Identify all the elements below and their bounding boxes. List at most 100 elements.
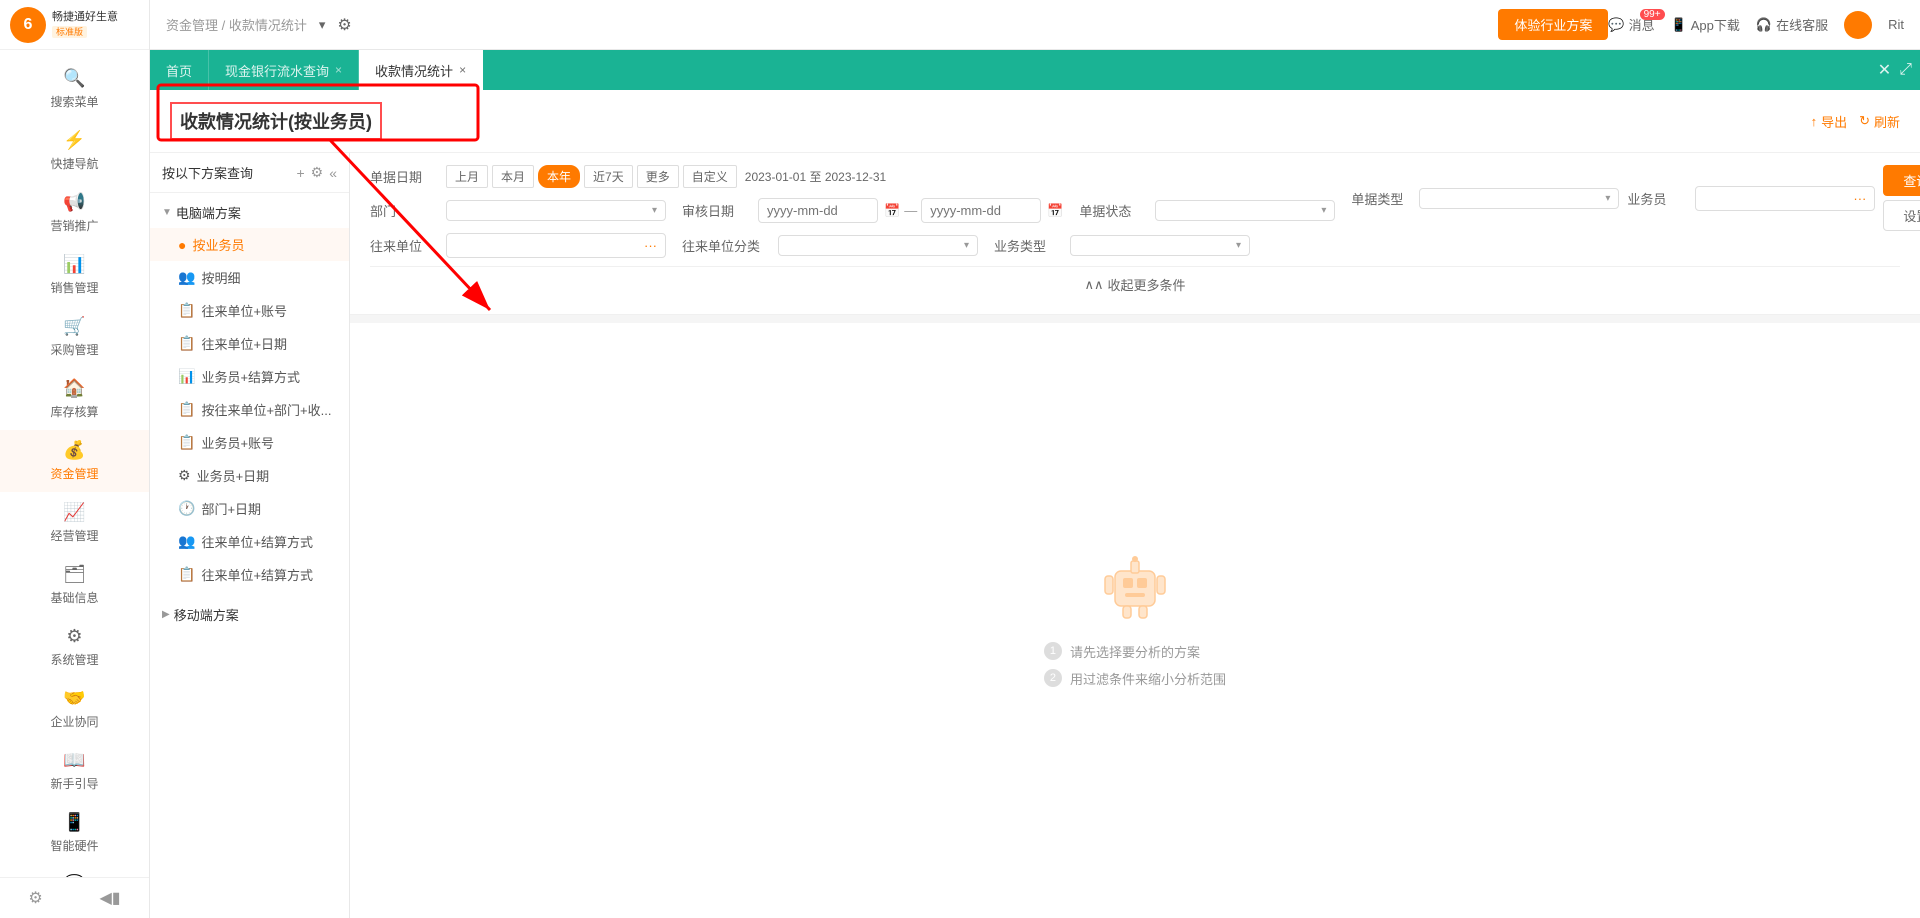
date-btn-last-7[interactable]: 近7天 [584,165,633,188]
counterpart-type-select[interactable]: ▾ [778,235,978,256]
step-label-2: 用过滤条件来缩小分析范围 [1070,669,1226,688]
tab-receipts[interactable]: 收款情况统计 × [359,50,483,90]
plan-item-unit-account[interactable]: 📋 往来单位+账号 [150,294,349,327]
sidebar-bottom-collapse[interactable]: ◀▮ [99,888,120,908]
plan-item-staff-account[interactable]: 📋 业务员+账号 [150,426,349,459]
doc-type-select-arrow: ▾ [1605,193,1610,204]
refresh-icon: ↻ [1859,113,1870,129]
plan-group-arrow-desktop: ▼ [162,207,172,218]
sidebar-bottom-settings[interactable]: ⚙ [28,888,42,908]
plan-item-staff-settle[interactable]: 📊 业务员+结算方式 [150,360,349,393]
plan-group-desktop: ▼ 电脑端方案 ● 按业务员 👥 按明细 📋 往来单位+账号 [150,193,349,595]
user-avatar[interactable] [1844,11,1872,39]
date-btn-more[interactable]: 更多 [637,165,679,188]
sidebar-item-system[interactable]: ⚙ 系统管理 [0,616,149,678]
main-area: 资金管理 / 收款情况统计 ▾ ⚙ 体验行业方案 💬 消息 99+ 📱 App下… [150,0,1920,918]
plan-group-mobile-header[interactable]: ▶ 移动端方案 [150,599,349,630]
plan-item-unit-settle1[interactable]: 👥 往来单位+结算方式 [150,525,349,558]
page-title: 收款情况统计(按业务员) [170,102,382,140]
doc-status-select[interactable]: ▾ [1155,200,1335,221]
empty-steps-list: 1 请先选择要分析的方案 2 用过滤条件来缩小分析范围 [1044,642,1226,696]
plan-item-unit-date[interactable]: 📋 往来单位+日期 [150,327,349,360]
business-type-select[interactable]: ▾ [1070,235,1250,256]
plan-item-by-detail[interactable]: 👥 按明细 [150,261,349,294]
filter-settings-btn[interactable]: 设置 [1883,200,1920,231]
plan-item-icon-unit-settle1: 👥 [178,533,195,550]
date-label: 单据日期 [370,167,430,186]
dept-select[interactable]: ▾ [446,200,666,221]
empty-step-1: 1 请先选择要分析的方案 [1044,642,1226,661]
tab-receipts-label: 收款情况统计 [375,61,453,80]
sidebar-item-stock[interactable]: 🏠 库存核算 [0,368,149,430]
add-plan-btn[interactable]: + [296,165,304,181]
topbar-settings-icon[interactable]: ⚙ [337,15,351,35]
window-close-btn[interactable]: ✕ [1878,60,1891,80]
app-download-btn[interactable]: 📱 App下载 [1671,15,1740,34]
date-btn-last-month[interactable]: 上月 [446,165,488,188]
staff-select[interactable]: ··· [1695,186,1875,211]
step-label-1: 请先选择要分析的方案 [1070,642,1200,661]
tab-home[interactable]: 首页 [150,50,209,90]
plan-group-name-mobile: 移动端方案 [174,605,239,624]
window-maximize-btn[interactable]: ⤢ [1899,61,1912,79]
plan-item-icon-by-staff: ● [178,237,186,253]
date-btn-custom[interactable]: 自定义 [683,165,737,188]
tab-bank-flow-close[interactable]: × [335,63,342,77]
plan-item-dept-date[interactable]: 🕐 部门+日期 [150,492,349,525]
logo-badge: 标准版 [52,25,118,39]
counterpart-more-btn[interactable]: ··· [644,238,657,253]
staff-label: 业务员 [1627,189,1687,208]
sidebar-item-quick-nav[interactable]: ⚡ 快捷导航 [0,120,149,182]
trial-btn[interactable]: 体验行业方案 [1498,9,1608,40]
message-btn[interactable]: 💬 消息 99+ [1608,15,1654,34]
plan-item-icon-staff-date: ⚙ [178,467,191,484]
doc-type-select[interactable]: ▾ [1419,188,1619,209]
sidebar-item-basic[interactable]: 🗂 基础信息 [0,554,149,616]
page-header: 收款情况统计(按业务员) ↑ 导出 ↻ 刷新 [150,90,1920,153]
tab-bank-flow[interactable]: 现金银行流水查询 × [209,50,359,90]
sidebar-item-guide[interactable]: 📖 新手引导 [0,740,149,802]
user-name: Rit [1888,17,1904,32]
topbar-dropdown-btn[interactable]: ▾ [319,17,326,33]
tab-receipts-close[interactable]: × [459,63,466,77]
sales-icon: 📊 [63,254,85,275]
headset-icon: 🎧 [1756,17,1772,33]
plan-item-unit-dept-receipts[interactable]: 📋 按往来单位+部门+收... [150,393,349,426]
plan-item-by-staff[interactable]: ● 按业务员 [150,228,349,261]
sidebar-item-purchase[interactable]: 🛒 采购管理 [0,306,149,368]
plan-item-label-unit-dept-receipts: 按往来单位+部门+收... [201,400,337,419]
sidebar-item-enterprise[interactable]: 🤝 企业协同 [0,678,149,740]
date-btn-this-year[interactable]: 本年 [538,165,580,188]
topbar: 资金管理 / 收款情况统计 ▾ ⚙ 体验行业方案 💬 消息 99+ 📱 App下… [150,0,1920,50]
refresh-btn[interactable]: ↻ 刷新 [1859,112,1900,131]
online-service-btn[interactable]: 🎧 在线客服 [1756,15,1828,34]
collapse-bar[interactable]: ∧∧ 收起更多条件 [370,266,1900,302]
sidebar-item-sales[interactable]: 📊 销售管理 [0,244,149,306]
plan-collapse-btn[interactable]: « [329,165,337,181]
plan-item-staff-date[interactable]: ⚙ 业务员+日期 [150,459,349,492]
export-btn[interactable]: ↑ 导出 [1811,112,1848,131]
business-type-label: 业务类型 [994,236,1054,255]
sidebar-item-search-menu[interactable]: 🔍 搜索菜单 [0,58,149,120]
plan-group-desktop-header[interactable]: ▼ 电脑端方案 [150,197,349,228]
sidebar-item-hardware[interactable]: 📱 智能硬件 [0,802,149,864]
left-panel-actions: + ⚙ « [296,164,337,181]
sidebar-item-label: 库存核算 [50,403,98,420]
hardware-icon: 📱 [63,812,85,833]
plan-settings-btn[interactable]: ⚙ [311,164,324,181]
date-btn-this-month[interactable]: 本月 [492,165,534,188]
query-btn[interactable]: 查询 [1883,165,1920,196]
audit-date-start[interactable] [758,198,878,223]
plan-item-label-staff-date: 业务员+日期 [197,466,337,485]
enterprise-icon: 🤝 [63,688,85,709]
sidebar-item-finance[interactable]: 💰 资金管理 [0,430,149,492]
plan-item-unit-settle2[interactable]: 📋 往来单位+结算方式 [150,558,349,591]
staff-more-btn[interactable]: ··· [1853,191,1866,206]
sidebar-item-wechat[interactable]: 💬 企业微信 [0,864,149,877]
counterpart-select[interactable]: ··· [446,233,666,258]
sidebar-item-business[interactable]: 📈 经营管理 [0,492,149,554]
audit-date-start-calendar-icon[interactable]: 📅 [884,203,900,219]
sidebar-item-marketing[interactable]: 📢 营销推广 [0,182,149,244]
audit-date-end[interactable] [921,198,1041,223]
audit-date-end-calendar-icon[interactable]: 📅 [1047,203,1063,219]
